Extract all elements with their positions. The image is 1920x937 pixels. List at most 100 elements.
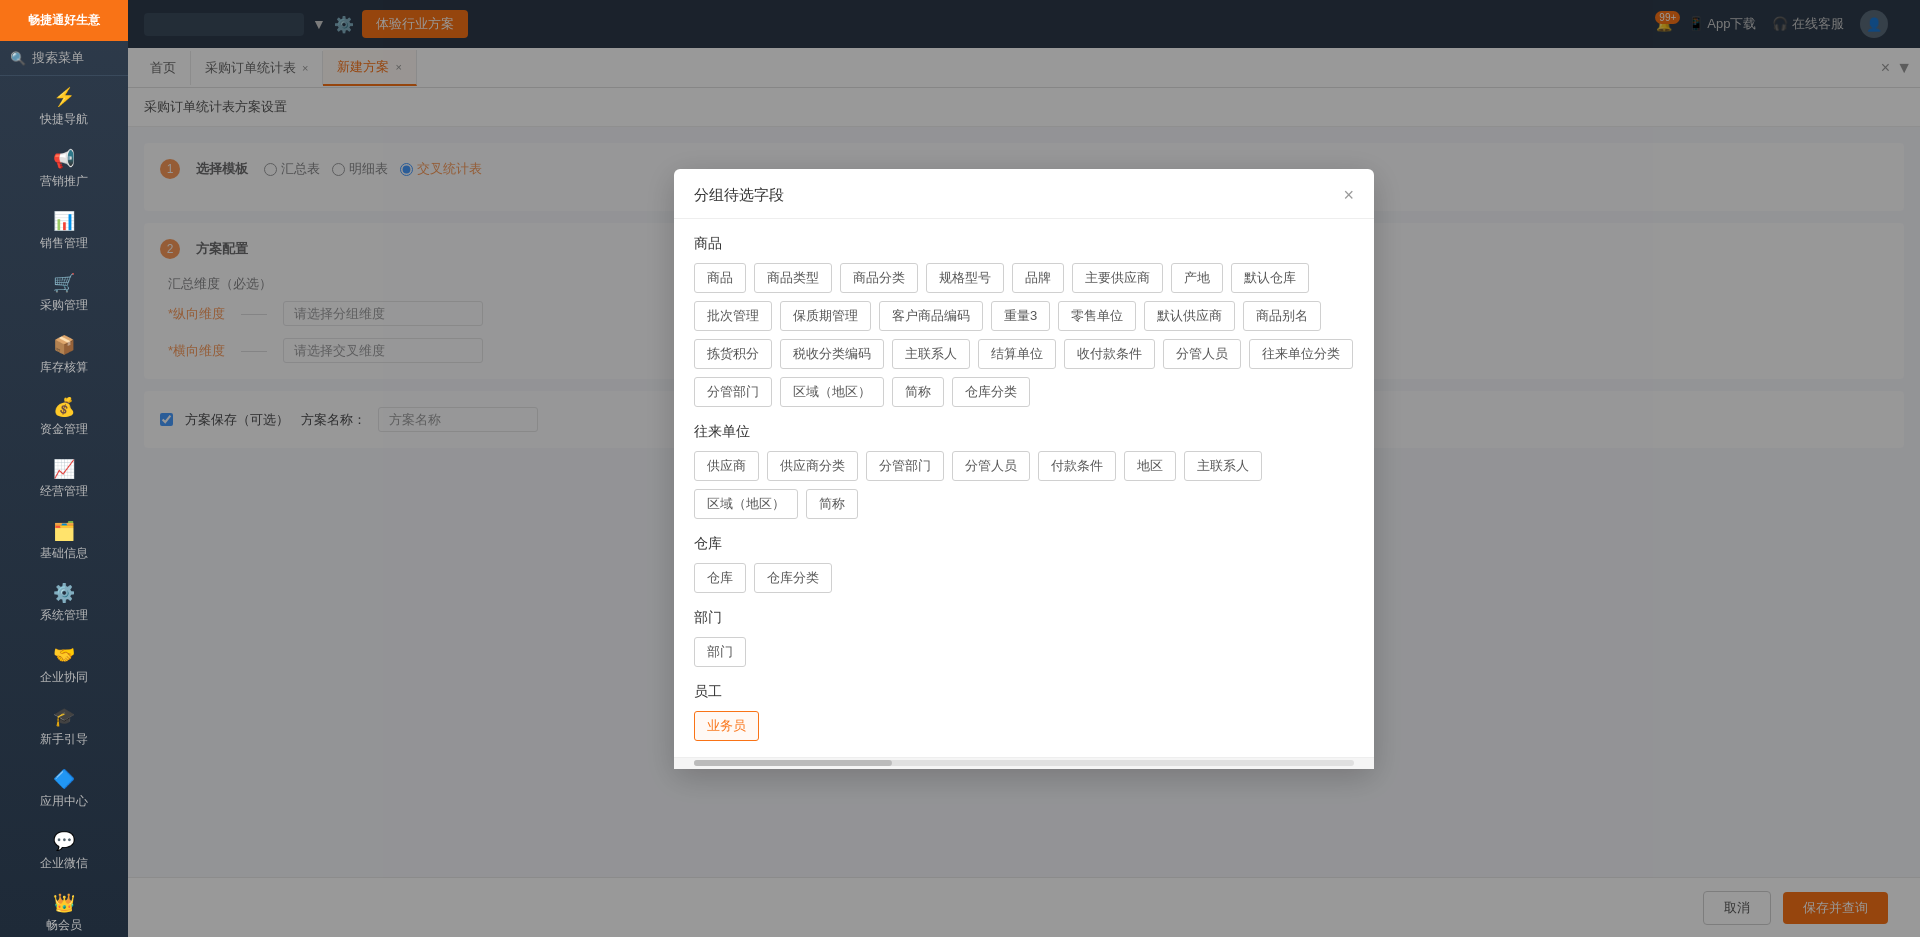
field-chip[interactable]: 主联系人 — [1184, 451, 1262, 481]
modal-body[interactable]: 商品 商品 商品类型 商品分类 规格型号 品牌 主要供应商 产地 默认仓库 批次… — [674, 219, 1374, 757]
section-partner-title: 往来单位 — [694, 423, 1354, 441]
field-chip[interactable]: 主要供应商 — [1072, 263, 1163, 293]
field-chip[interactable]: 规格型号 — [926, 263, 1004, 293]
sidebar-item-kuaijie[interactable]: ⚡ 快捷导航 — [0, 76, 128, 138]
logo-text: 畅捷通好生意 — [28, 12, 100, 29]
field-chip[interactable]: 税收分类编码 — [780, 339, 884, 369]
hscroll-thumb[interactable] — [694, 760, 892, 766]
field-chip[interactable]: 商品类型 — [754, 263, 832, 293]
field-chip[interactable]: 分管人员 — [1163, 339, 1241, 369]
field-chip[interactable]: 仓库 — [694, 563, 746, 593]
megaphone-icon: 📢 — [53, 148, 75, 170]
cart-icon: 🛒 — [53, 272, 75, 294]
field-chip[interactable]: 结算单位 — [978, 339, 1056, 369]
section-employee-fields: 业务员 — [694, 711, 1354, 741]
field-chip[interactable]: 默认供应商 — [1144, 301, 1235, 331]
field-chip[interactable]: 部门 — [694, 637, 746, 667]
sidebar-item-xitong[interactable]: ⚙️ 系统管理 — [0, 572, 128, 634]
section-warehouse-fields: 仓库 仓库分类 — [694, 563, 1354, 593]
field-chip[interactable]: 区域（地区） — [780, 377, 884, 407]
sidebar-item-label: 应用中心 — [40, 793, 88, 810]
field-chip[interactable]: 商品分类 — [840, 263, 918, 293]
field-chip[interactable]: 保质期管理 — [780, 301, 871, 331]
section-employee-title: 员工 — [694, 683, 1354, 701]
hscroll-track[interactable] — [694, 760, 1354, 766]
modal-close-button[interactable]: × — [1343, 185, 1354, 206]
search-menu-label: 搜索菜单 — [32, 49, 84, 67]
modal-overlay: 分组待选字段 × 商品 商品 商品类型 商品分类 规格型号 品牌 主要供应商 产… — [128, 0, 1920, 937]
sidebar-item-label: 新手引导 — [40, 731, 88, 748]
search-icon: 🔍 — [10, 51, 26, 66]
field-chip[interactable]: 供应商分类 — [767, 451, 858, 481]
field-chip[interactable]: 产地 — [1171, 263, 1223, 293]
field-chip[interactable]: 品牌 — [1012, 263, 1064, 293]
sidebar-item-label: 营销推广 — [40, 173, 88, 190]
sidebar-item-xiaoshou[interactable]: 📊 销售管理 — [0, 200, 128, 262]
field-chip[interactable]: 零售单位 — [1058, 301, 1136, 331]
field-chip[interactable]: 商品别名 — [1243, 301, 1321, 331]
field-chip[interactable]: 拣货积分 — [694, 339, 772, 369]
sidebar-item-caigou[interactable]: 🛒 采购管理 — [0, 262, 128, 324]
sidebar-item-label: 企业微信 — [40, 855, 88, 872]
field-chip[interactable]: 简称 — [892, 377, 944, 407]
section-department-title: 部门 — [694, 609, 1354, 627]
sidebar-item-zijin[interactable]: 💰 资金管理 — [0, 386, 128, 448]
trending-icon: 📈 — [53, 458, 75, 480]
modal-title: 分组待选字段 — [694, 186, 784, 205]
sidebar-item-yingxiao[interactable]: 📢 营销推广 — [0, 138, 128, 200]
field-chip[interactable]: 商品 — [694, 263, 746, 293]
field-chip[interactable]: 默认仓库 — [1231, 263, 1309, 293]
field-chip[interactable]: 仓库分类 — [952, 377, 1030, 407]
field-chip[interactable]: 地区 — [1124, 451, 1176, 481]
section-partner-fields: 供应商 供应商分类 分管部门 分管人员 付款条件 地区 主联系人 区域（地区） … — [694, 451, 1354, 519]
sidebar-item-yingyong[interactable]: 🔷 应用中心 — [0, 758, 128, 820]
box-icon: 📦 — [53, 334, 75, 356]
sidebar-item-label: 库存核算 — [40, 359, 88, 376]
modal-hscroll — [674, 757, 1374, 769]
lightning-icon: ⚡ — [53, 86, 75, 108]
field-chip[interactable]: 往来单位分类 — [1249, 339, 1353, 369]
field-chip[interactable]: 供应商 — [694, 451, 759, 481]
sidebar-item-label: 系统管理 — [40, 607, 88, 624]
gear-icon: ⚙️ — [53, 582, 75, 604]
sidebar-item-label: 企业协同 — [40, 669, 88, 686]
field-chip[interactable]: 批次管理 — [694, 301, 772, 331]
field-chip[interactable]: 分管部门 — [866, 451, 944, 481]
field-chip[interactable]: 仓库分类 — [754, 563, 832, 593]
field-chip[interactable]: 重量3 — [991, 301, 1050, 331]
sidebar-item-jichu[interactable]: 🗂️ 基础信息 — [0, 510, 128, 572]
field-chip[interactable]: 分管部门 — [694, 377, 772, 407]
diamond-icon: 🔷 — [53, 768, 75, 790]
field-select-modal: 分组待选字段 × 商品 商品 商品类型 商品分类 规格型号 品牌 主要供应商 产… — [674, 169, 1374, 769]
field-chip[interactable]: 简称 — [806, 489, 858, 519]
sidebar-item-label: 经营管理 — [40, 483, 88, 500]
sidebar-search[interactable]: 🔍 搜索菜单 — [0, 41, 128, 76]
field-chip[interactable]: 付款条件 — [1038, 451, 1116, 481]
sidebar-item-label: 资金管理 — [40, 421, 88, 438]
sidebar: 畅捷通好生意 🔍 搜索菜单 ⚡ 快捷导航 📢 营销推广 📊 销售管理 🛒 采购管… — [0, 0, 128, 937]
field-chip[interactable]: 主联系人 — [892, 339, 970, 369]
graduate-icon: 🎓 — [53, 706, 75, 728]
sidebar-item-label: 采购管理 — [40, 297, 88, 314]
sidebar-item-label: 畅会员 — [46, 917, 82, 934]
sidebar-item-weixin[interactable]: 💬 企业微信 — [0, 820, 128, 882]
section-product-title: 商品 — [694, 235, 1354, 253]
field-chip-employee[interactable]: 业务员 — [694, 711, 759, 741]
folder-icon: 🗂️ — [53, 520, 75, 542]
sidebar-item-jingying[interactable]: 📈 经营管理 — [0, 448, 128, 510]
chart-icon: 📊 — [53, 210, 75, 232]
field-chip[interactable]: 客户商品编码 — [879, 301, 983, 331]
crown-icon: 👑 — [53, 892, 75, 914]
sidebar-item-huiyuan[interactable]: 👑 畅会员 — [0, 882, 128, 937]
sidebar-item-kucun[interactable]: 📦 库存核算 — [0, 324, 128, 386]
field-chip[interactable]: 分管人员 — [952, 451, 1030, 481]
field-chip[interactable]: 区域（地区） — [694, 489, 798, 519]
chat-icon: 💬 — [53, 830, 75, 852]
handshake-icon: 🤝 — [53, 644, 75, 666]
modal-header: 分组待选字段 × — [674, 169, 1374, 219]
sidebar-item-label: 快捷导航 — [40, 111, 88, 128]
sidebar-item-qiye[interactable]: 🤝 企业协同 — [0, 634, 128, 696]
sidebar-item-xinshou[interactable]: 🎓 新手引导 — [0, 696, 128, 758]
section-department-fields: 部门 — [694, 637, 1354, 667]
field-chip[interactable]: 收付款条件 — [1064, 339, 1155, 369]
